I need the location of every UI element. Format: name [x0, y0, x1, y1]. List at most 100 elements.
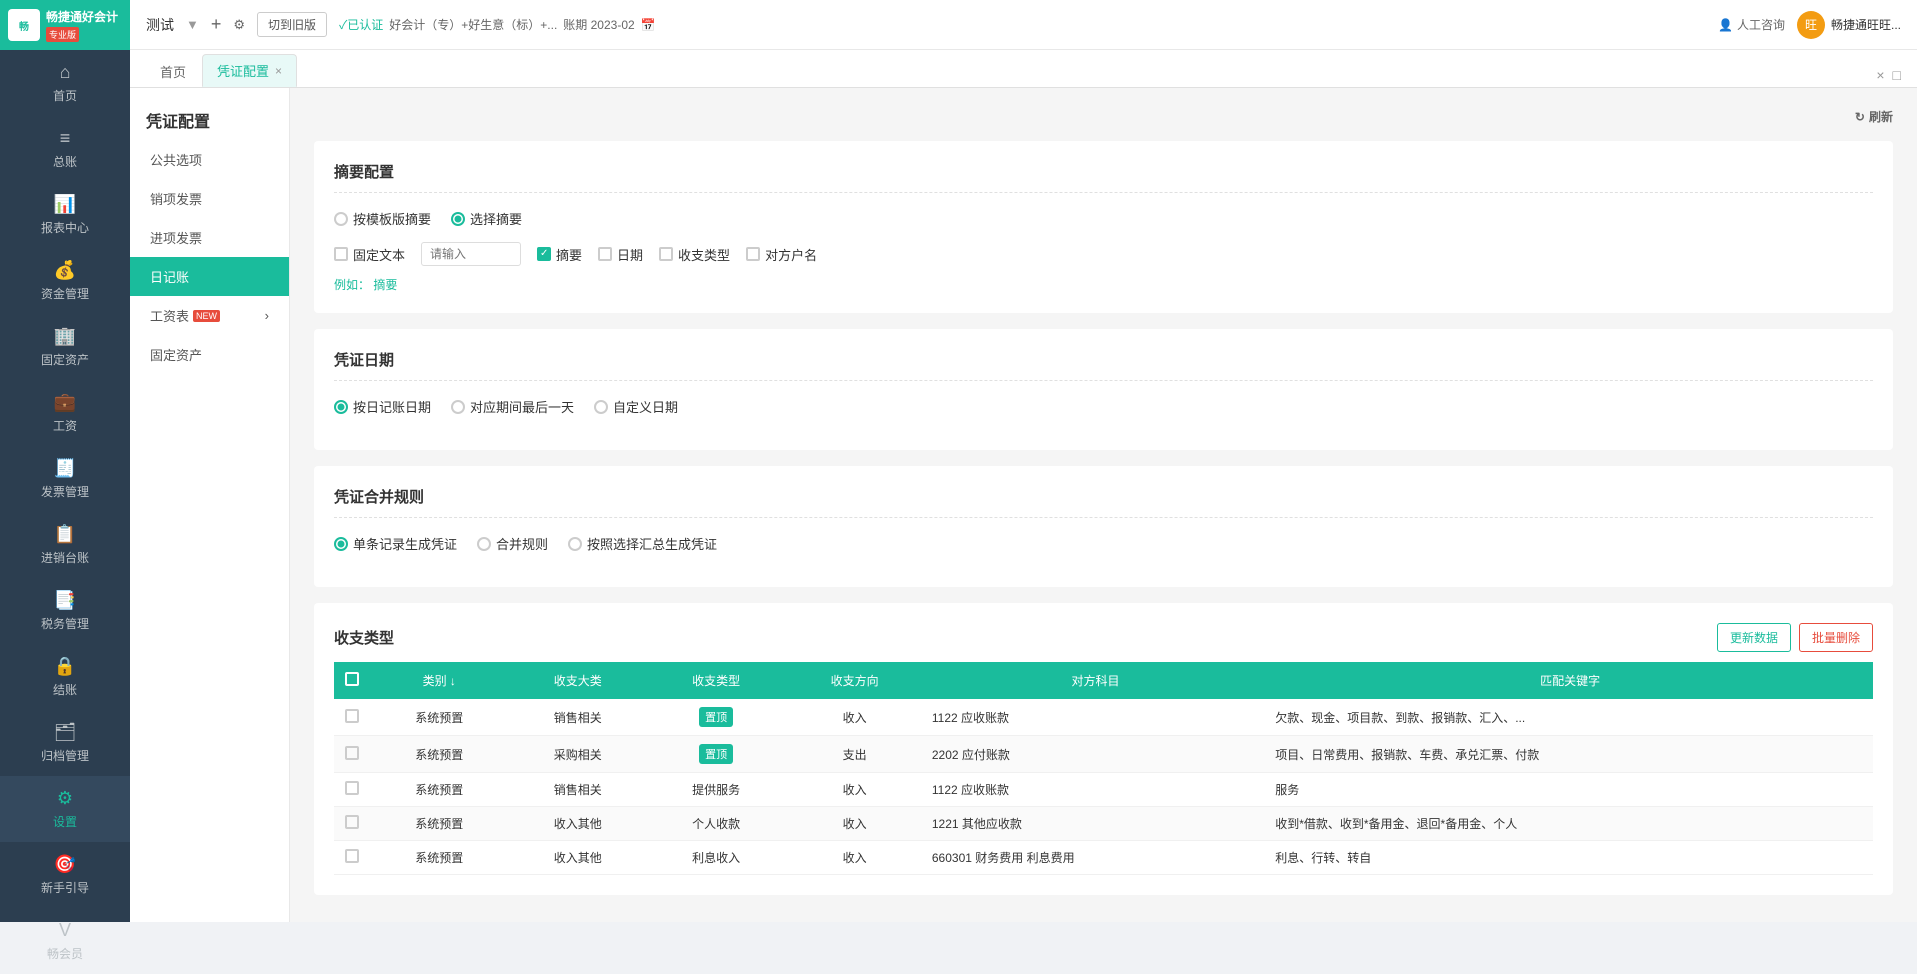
topbar-chevron-icon[interactable]: ▼ [186, 17, 199, 32]
sidebar-item-funds[interactable]: 💰 资金管理 [0, 248, 130, 314]
income-expense-header: 收支类型 更新数据 批量删除 [334, 623, 1873, 652]
header-checkbox[interactable] [345, 672, 359, 686]
checkbox-summary[interactable]: 摘要 [537, 245, 582, 264]
switch-version-button[interactable]: 切到旧版 [257, 12, 327, 37]
calendar-icon: 📅 [641, 18, 656, 32]
window-close-button[interactable]: × [1876, 67, 1884, 83]
service-button[interactable]: 👤 人工咨询 [1718, 16, 1785, 33]
pro-badge: 专业版 [46, 27, 79, 42]
voucher-date-radio-group: 按日记账日期 对应期间最后一天 自定义日期 [334, 397, 1873, 416]
row-major: 采购相关 [508, 736, 646, 773]
service-icon: 👤 [1718, 18, 1733, 32]
table-row: 系统预置 销售相关 提供服务 收入 1122 应收账款 服务 [334, 773, 1873, 807]
salary-row: 工资表 NEW › [150, 306, 269, 325]
radio-select[interactable]: 选择摘要 [451, 209, 522, 228]
radio-journal-date[interactable]: 按日记账日期 [334, 397, 431, 416]
fixed-text-input[interactable] [421, 242, 521, 266]
sidebar-item-reports[interactable]: 📊 报表中心 [0, 182, 130, 248]
product-tags: 好会计（专）+好生意（标）+... [389, 16, 557, 33]
radio-merge-circle [477, 537, 491, 551]
logo-text: 畅捷通好会计 专业版 [46, 8, 118, 42]
checkbox-counterpart[interactable]: 对方户名 [746, 245, 817, 264]
closing-icon: 🔒 [54, 656, 76, 677]
example-text: 例如： 摘要 [334, 276, 1873, 293]
row-checkbox[interactable] [345, 815, 359, 829]
checkbox-row: 固定文本 摘要 日期 收支类型 [334, 242, 1873, 266]
sidebar-item-tax[interactable]: 📑 税务管理 [0, 578, 130, 644]
topbar-gear-icon[interactable]: ⚙ [233, 17, 245, 33]
row-type: 置顶 [647, 736, 785, 773]
left-panel-salary-table[interactable]: 工资表 NEW › [130, 296, 289, 335]
topbar-plus-icon[interactable]: + [211, 14, 222, 35]
checkbox-date[interactable]: 日期 [598, 245, 643, 264]
radio-template[interactable]: 按模板版摘要 [334, 209, 431, 228]
left-panel-fixed-assets[interactable]: 固定资产 [130, 335, 289, 374]
row-checkbox[interactable] [345, 781, 359, 795]
archive-icon: 🗂 [54, 722, 77, 743]
th-category: 类别 ↓ [370, 662, 508, 699]
radio-custom-date[interactable]: 自定义日期 [594, 397, 678, 416]
radio-custom-date-circle [594, 400, 608, 414]
row-type: 个人收款 [647, 807, 785, 841]
refresh-button[interactable]: ↻ 刷新 [1855, 108, 1893, 125]
row-category: 系统预置 [370, 773, 508, 807]
row-subject: 660301 财务费用 利息费用 [924, 841, 1267, 875]
page-title-left: 凭证配置 [130, 96, 289, 140]
logo-icon: 畅 [8, 9, 40, 41]
sidebar-item-archive[interactable]: 🗂 归档管理 [0, 710, 130, 776]
sidebar-item-settings[interactable]: ⚙ 设置 [0, 776, 130, 842]
row-checkbox[interactable] [345, 849, 359, 863]
sidebar-item-home[interactable]: ⌂ 首页 [0, 50, 130, 116]
user-avatar-area[interactable]: 旺 畅捷通旺旺... [1797, 11, 1901, 39]
tabbar: 首页 凭证配置 × × □ [130, 50, 1917, 88]
sidebar-logo: 畅 畅捷通好会计 专业版 [0, 0, 130, 50]
update-data-button[interactable]: 更新数据 [1717, 623, 1791, 652]
tab-home[interactable]: 首页 [146, 56, 200, 87]
sidebar-item-closing[interactable]: 🔒 结账 [0, 644, 130, 710]
tab-close-icon[interactable]: × [275, 64, 282, 78]
sidebar-item-invoice[interactable]: 🧾 发票管理 [0, 446, 130, 512]
sidebar-item-assets[interactable]: 🏢 固定资产 [0, 314, 130, 380]
content-wrapper: 凭证配置 公共选项 销项发票 进项发票 日记账 工资表 NEW › [130, 88, 1917, 922]
row-direction: 收入 [785, 699, 923, 736]
row-keywords: 收到*借款、收到*备用金、退回*备用金、个人 [1267, 807, 1873, 841]
window-max-button[interactable]: □ [1893, 67, 1901, 83]
type-tag-button[interactable]: 置顶 [699, 744, 733, 764]
row-checkbox-cell [334, 841, 370, 875]
radio-select-total[interactable]: 按照选择汇总生成凭证 [568, 534, 717, 553]
sidebar-item-member[interactable]: V 畅会员 [0, 908, 130, 974]
row-checkbox[interactable] [345, 746, 359, 760]
radio-period-last[interactable]: 对应期间最后一天 [451, 397, 574, 416]
row-direction: 收入 [785, 807, 923, 841]
tab-voucher-config[interactable]: 凭证配置 × [202, 54, 297, 87]
checkbox-payment-type[interactable]: 收支类型 [659, 245, 730, 264]
table-action-buttons: 更新数据 批量删除 [1717, 623, 1873, 652]
row-subject: 2202 应付账款 [924, 736, 1267, 773]
left-panel-public[interactable]: 公共选项 [130, 140, 289, 179]
radio-journal-date-circle [334, 400, 348, 414]
panel-header: ↻ 刷新 [314, 108, 1893, 125]
row-direction: 支出 [785, 736, 923, 773]
row-direction: 收入 [785, 841, 923, 875]
sidebar-item-ledger[interactable]: ≡ 总账 [0, 116, 130, 182]
sidebar-item-guide[interactable]: 🎯 新手引导 [0, 842, 130, 908]
left-panel-purchase-invoice[interactable]: 进项发票 [130, 218, 289, 257]
row-checkbox[interactable] [345, 709, 359, 723]
home-icon: ⌂ [60, 62, 71, 83]
checkbox-fixed-text[interactable]: 固定文本 [334, 245, 405, 264]
row-direction: 收入 [785, 773, 923, 807]
sidebar-item-purchase[interactable]: 📋 进销台账 [0, 512, 130, 578]
left-panel-journal[interactable]: 日记账 [130, 257, 289, 296]
type-tag-button[interactable]: 置顶 [699, 707, 733, 727]
row-checkbox-cell [334, 736, 370, 773]
row-keywords: 欠款、现金、项目款、到款、报销款、汇入、... [1267, 699, 1873, 736]
checkbox-fixed-text-box [334, 247, 348, 261]
invoice-icon: 🧾 [54, 458, 76, 479]
left-panel: 凭证配置 公共选项 销项发票 进项发票 日记账 工资表 NEW › [130, 88, 290, 922]
th-keywords: 匹配关键字 [1267, 662, 1873, 699]
radio-single[interactable]: 单条记录生成凭证 [334, 534, 457, 553]
sidebar-item-salary[interactable]: 💼 工资 [0, 380, 130, 446]
radio-merge[interactable]: 合并规则 [477, 534, 548, 553]
batch-delete-button[interactable]: 批量删除 [1799, 623, 1873, 652]
left-panel-sales-invoice[interactable]: 销项发票 [130, 179, 289, 218]
